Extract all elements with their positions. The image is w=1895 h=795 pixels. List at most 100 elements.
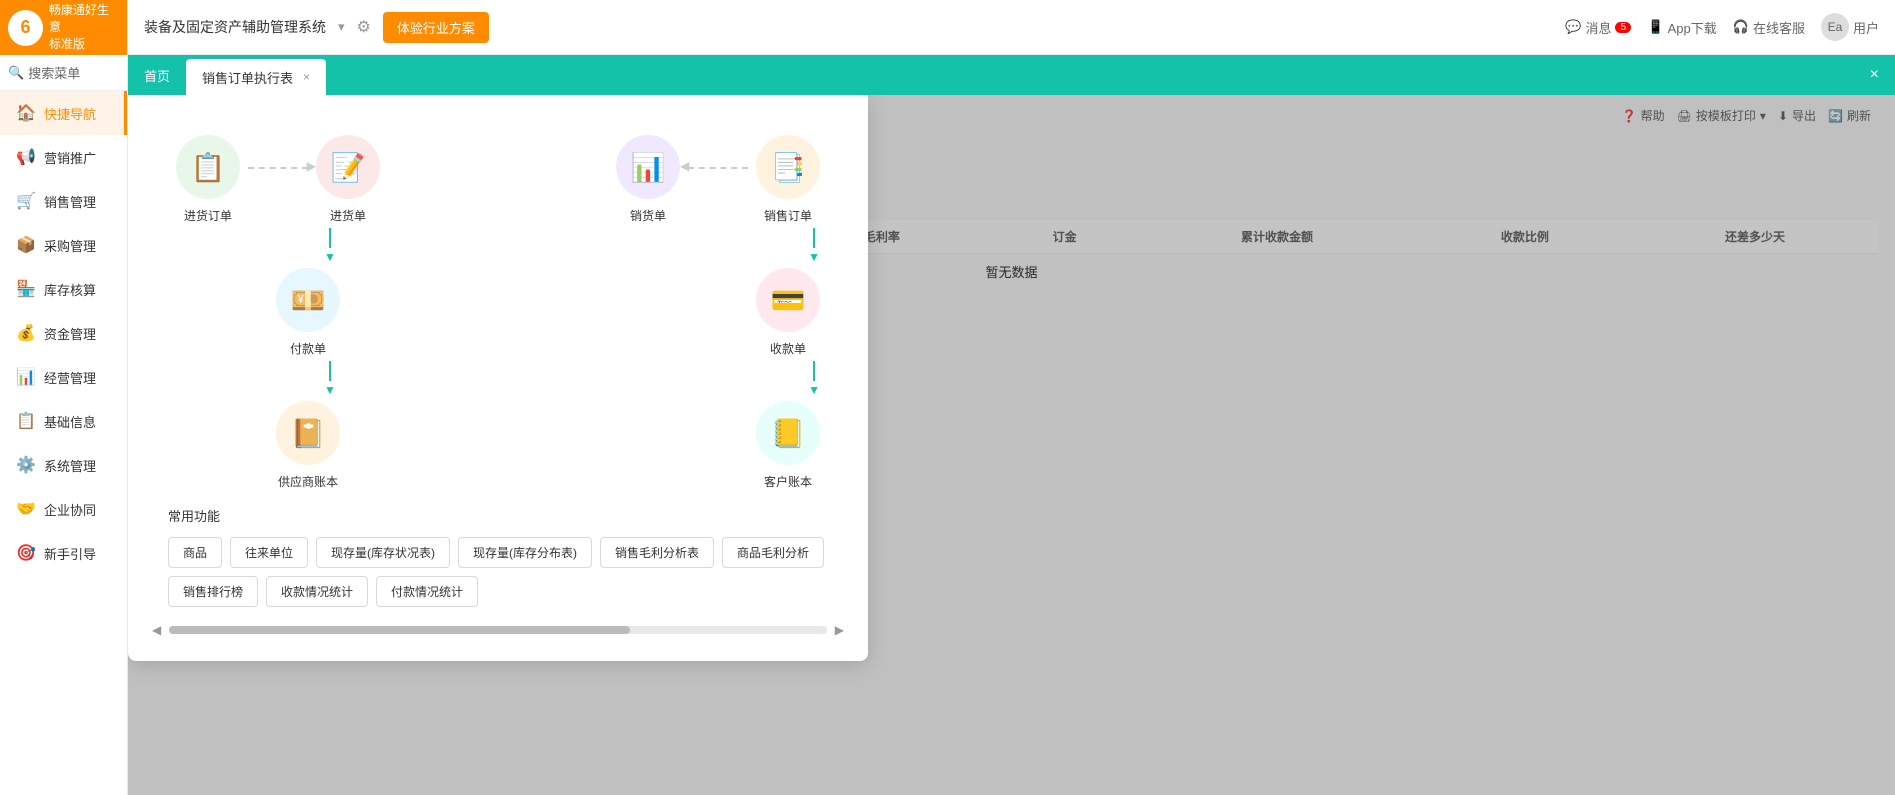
func-btn-stock-status[interactable]: 现存量(库存状况表)	[316, 537, 450, 568]
sidebar-item-label: 销售管理	[44, 192, 96, 211]
func-btn-goods-profit[interactable]: 商品毛利分析	[722, 537, 824, 568]
arrow-v-2: ▼	[808, 224, 820, 268]
avatar: Ea	[1821, 13, 1849, 41]
tab-home[interactable]: 首页	[128, 55, 186, 95]
sales-order-icon: 📑	[756, 135, 820, 199]
arrow-v-3: ▼	[324, 357, 336, 401]
purchase-icon: 📦	[16, 235, 36, 255]
flow-node-customer-ledger[interactable]: 📒 客户账本	[756, 401, 820, 490]
flow-node-supplier-ledger[interactable]: 📔 供应商账本	[276, 401, 340, 490]
logo-icon: 6	[8, 10, 43, 46]
newbie-icon: 🎯	[16, 543, 36, 563]
content-area: ❓ 帮助 🖨 按模板打印 ▾ ⬇ 导出 🔄 刷新	[128, 95, 1895, 795]
sidebar-item-inventory[interactable]: 🏪 库存核算	[0, 267, 127, 311]
header-right: 💬 消息 5 📱 App下载 🎧 在线客服 Ea 用户	[1565, 13, 1879, 41]
sidebar-item-label: 经营管理	[44, 368, 96, 387]
func-btn-stock-dist[interactable]: 现存量(库存分布表)	[458, 537, 592, 568]
search-label: 搜索菜单	[28, 63, 80, 82]
func-btn-counterpart[interactable]: 往来单位	[230, 537, 308, 568]
sidebar-item-marketing[interactable]: 📢 营销推广	[0, 135, 127, 179]
sidebar-item-finance[interactable]: 💰 资金管理	[0, 311, 127, 355]
user-item[interactable]: Ea 用户	[1821, 13, 1879, 41]
service-icon: 🎧	[1733, 19, 1749, 35]
tab-bar-close-button[interactable]: ×	[1854, 66, 1895, 84]
flow-node-sales[interactable]: 📊 销货单	[616, 135, 680, 224]
sidebar-item-purchase[interactable]: 📦 采购管理	[0, 223, 127, 267]
sidebar-item-quick-nav[interactable]: 🏠 快捷导航	[0, 91, 127, 135]
download-icon: 📱	[1647, 19, 1663, 35]
sidebar-item-basic-info[interactable]: 📋 基础信息	[0, 399, 127, 443]
online-service-label: 在线客服	[1753, 18, 1805, 37]
flow-node-purchase-order[interactable]: 📋 进货订单	[176, 135, 240, 224]
sidebar-item-label: 资金管理	[44, 324, 96, 343]
user-label: 用户	[1853, 18, 1879, 37]
arrow-h-1	[240, 167, 316, 193]
supplier-ledger-label: 供应商账本	[278, 473, 338, 490]
operation-icon: 📊	[16, 367, 36, 387]
sales-order-label: 销售订单	[764, 207, 812, 224]
flow-node-sales-order[interactable]: 📑 销售订单	[756, 135, 820, 224]
sidebar-item-label: 基础信息	[44, 412, 96, 431]
home-icon: 🏠	[16, 103, 36, 123]
payment-label: 付款单	[290, 340, 326, 357]
func-btn-sales-profit[interactable]: 销售毛利分析表	[600, 537, 714, 568]
search-menu[interactable]: 🔍 搜索菜单	[0, 55, 127, 91]
tab-close-button[interactable]: ×	[303, 70, 310, 84]
func-btn-receipt-stat[interactable]: 收款情况统计	[266, 576, 368, 607]
sidebar-item-label: 新手引导	[44, 544, 96, 563]
finance-icon: 💰	[16, 323, 36, 343]
tab-sales-order[interactable]: 销售订单执行表 ×	[186, 59, 326, 95]
arrow-v-4: ▼	[808, 357, 820, 401]
settings-icon[interactable]: ⚙	[357, 17, 371, 37]
logo: 6 畅康通好生意 标准版	[0, 0, 127, 55]
sidebar-item-label: 系统管理	[44, 456, 96, 475]
scroll-left-arrow[interactable]: ◀	[152, 623, 161, 637]
sidebar-item-newbie[interactable]: 🎯 新手引导	[0, 531, 127, 575]
message-item[interactable]: 💬 消息 5	[1565, 18, 1631, 37]
sidebar-item-enterprise[interactable]: 🤝 企业协同	[0, 487, 127, 531]
sales-icon: 📊	[616, 135, 680, 199]
sidebar-item-sales[interactable]: 🛒 销售管理	[0, 179, 127, 223]
tab-active-label: 销售订单执行表	[202, 68, 293, 87]
message-icon: 💬	[1565, 19, 1581, 35]
sidebar-item-label: 采购管理	[44, 236, 96, 255]
dropdown-arrow[interactable]: ▾	[338, 19, 345, 35]
flow-node-receipt[interactable]: 💳 收款单	[756, 268, 820, 357]
flow-node-payment[interactable]: 💴 付款单	[276, 268, 340, 357]
inventory-icon: 🏪	[16, 279, 36, 299]
message-badge: 5	[1615, 22, 1631, 33]
common-functions: 常用功能 商品 往来单位 现存量(库存状况表) 现存量(库存分布表) 销售毛利分…	[152, 506, 844, 607]
customer-ledger-label: 客户账本	[764, 473, 812, 490]
app-download-item[interactable]: 📱 App下载	[1647, 18, 1716, 37]
purchase-order-icon: 📋	[176, 135, 240, 199]
payment-icon: 💴	[276, 268, 340, 332]
receipt-label: 收款单	[770, 340, 806, 357]
purchase-icon: 📝	[316, 135, 380, 199]
sidebar-item-label: 快捷导航	[44, 104, 96, 123]
sidebar-item-system[interactable]: ⚙️ 系统管理	[0, 443, 127, 487]
customer-ledger-icon: 📒	[756, 401, 820, 465]
system-icon: ⚙️	[16, 455, 36, 475]
logo-text: 畅康通好生意 标准版	[49, 2, 119, 52]
tab-home-label: 首页	[144, 66, 170, 85]
purchase-order-label: 进货订单	[184, 207, 232, 224]
func-btn-goods[interactable]: 商品	[168, 537, 222, 568]
sidebar: 6 畅康通好生意 标准版 🔍 搜索菜单 🏠 快捷导航 📢 营销推广 🛒 销售管理…	[0, 0, 128, 795]
flow-node-purchase[interactable]: 📝 进货单	[316, 135, 380, 224]
purchase-label: 进货单	[330, 207, 366, 224]
scroll-right-arrow[interactable]: ▶	[835, 623, 844, 637]
message-label: 消息	[1585, 18, 1611, 37]
app-download-label: App下载	[1668, 18, 1717, 37]
scroll-track[interactable]	[169, 626, 827, 634]
sidebar-item-label: 库存核算	[44, 280, 96, 299]
online-service-item[interactable]: 🎧 在线客服	[1733, 18, 1805, 37]
sales-label: 销货单	[630, 207, 666, 224]
func-btn-payment-stat[interactable]: 付款情况统计	[376, 576, 478, 607]
tab-bar: 首页 销售订单执行表 × ×	[128, 55, 1895, 95]
func-btn-sales-rank[interactable]: 销售排行榜	[168, 576, 258, 607]
popup-box: 📋 进货订单 📝 进货单	[128, 95, 868, 661]
sidebar-item-operation[interactable]: 📊 经营管理	[0, 355, 127, 399]
experience-button[interactable]: 体验行业方案	[383, 12, 489, 43]
popup-overlay: 📋 进货订单 📝 进货单	[128, 95, 1895, 795]
arrow-h-2	[680, 167, 756, 193]
